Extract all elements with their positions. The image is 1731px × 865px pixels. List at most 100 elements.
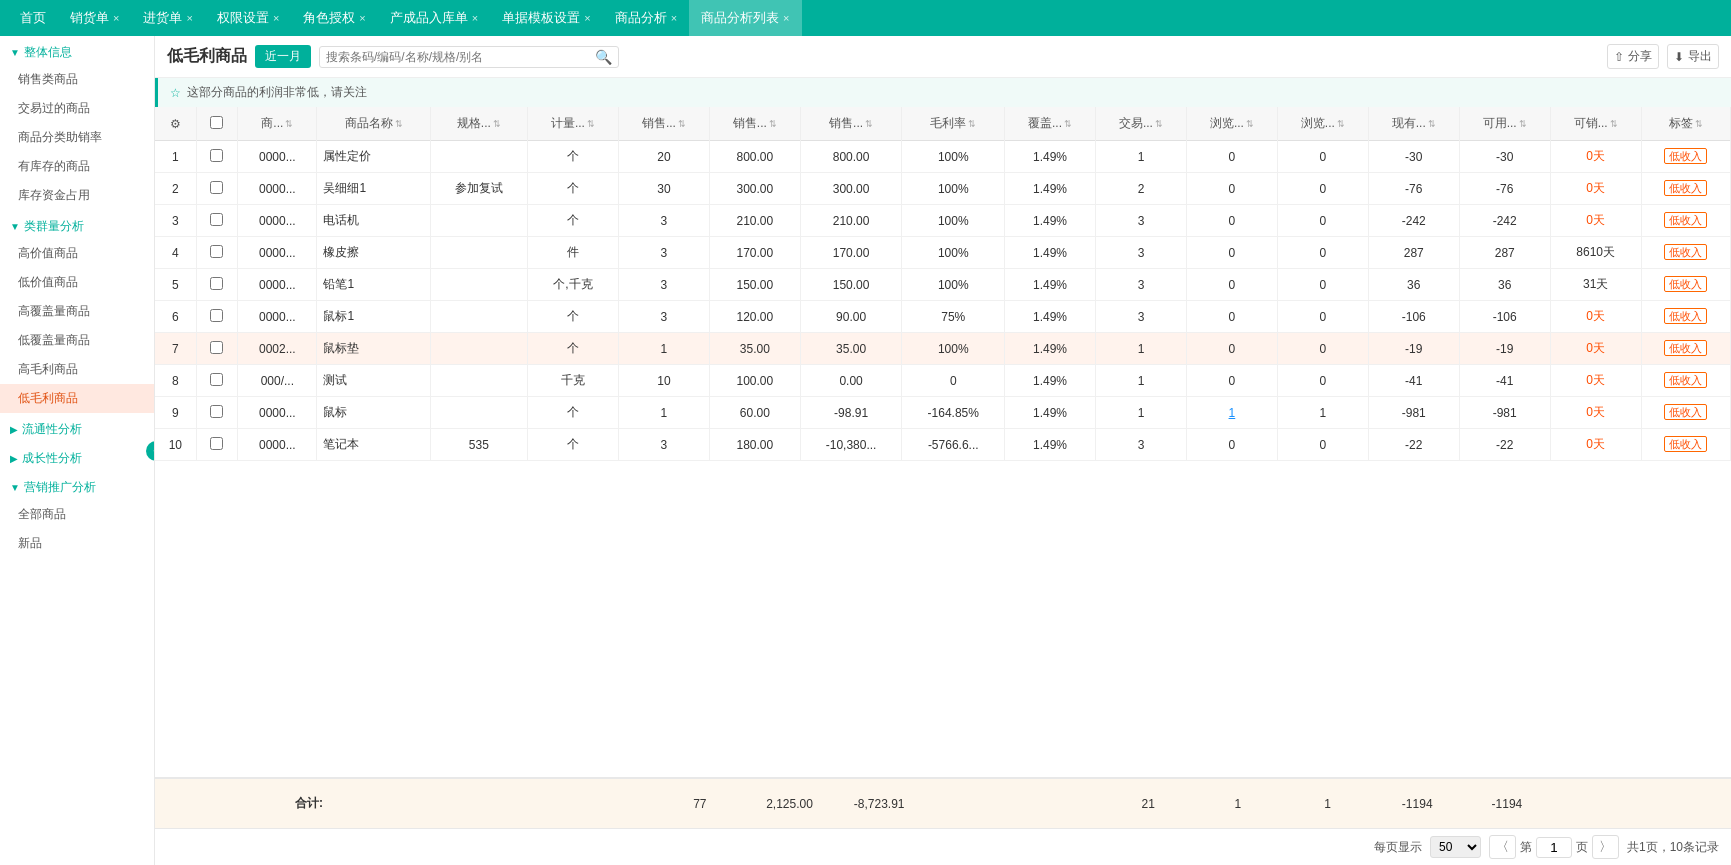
row-checkbox[interactable] <box>210 149 223 162</box>
cell-checkbox[interactable] <box>196 429 237 461</box>
nav-close-goods-analysis[interactable]: × <box>671 12 677 24</box>
cell-coverage: 1.49% <box>1005 205 1096 237</box>
sidebar-item-all-goods[interactable]: 全部商品 <box>0 500 154 529</box>
prev-page-button[interactable]: 〈 <box>1489 835 1516 859</box>
row-checkbox[interactable] <box>210 373 223 386</box>
export-button[interactable]: ⬇ 导出 <box>1667 44 1719 69</box>
col-margin[interactable]: 毛利率⇅ <box>902 107 1005 141</box>
share-button[interactable]: ⇧ 分享 <box>1607 44 1659 69</box>
per-page-select[interactable]: 50 100 200 <box>1430 836 1481 858</box>
col-available[interactable]: 可用...⇅ <box>1459 107 1550 141</box>
nav-products[interactable]: 产成品入库单 × <box>378 0 490 36</box>
sidebar-item-stock-goods[interactable]: 有库存的商品 <box>0 152 154 181</box>
sidebar-item-traded-goods[interactable]: 交易过的商品 <box>0 94 154 123</box>
row-checkbox[interactable] <box>210 309 223 322</box>
cell-checkbox[interactable] <box>196 365 237 397</box>
cell-saleable: 0天 <box>1550 205 1641 237</box>
search-input[interactable] <box>326 50 595 64</box>
cell-code: 000/... <box>238 365 317 397</box>
nav-home[interactable]: 首页 <box>8 0 58 36</box>
cell-checkbox[interactable] <box>196 237 237 269</box>
nav-roles[interactable]: 角色授权 × <box>291 0 377 36</box>
cell-checkbox[interactable] <box>196 205 237 237</box>
cell-checkbox[interactable] <box>196 173 237 205</box>
col-current[interactable]: 现有...⇅ <box>1368 107 1459 141</box>
nav-close-templates[interactable]: × <box>584 12 590 24</box>
row-checkbox[interactable] <box>210 405 223 418</box>
nav-goods-list[interactable]: 商品分析列表 × <box>689 0 801 36</box>
nav-close-products[interactable]: × <box>472 12 478 24</box>
nav-templates[interactable]: 单据模板设置 × <box>490 0 602 36</box>
col-code[interactable]: 商...⇅ <box>238 107 317 141</box>
sidebar-item-high-value[interactable]: 高价值商品 <box>0 239 154 268</box>
footer-browse2: 1 <box>1283 789 1373 819</box>
sidebar-item-high-margin[interactable]: 高毛利商品 <box>0 355 154 384</box>
select-all-checkbox[interactable] <box>210 116 223 129</box>
nav-close-roles[interactable]: × <box>359 12 365 24</box>
col-tag[interactable]: 标签⇅ <box>1641 107 1730 141</box>
col-spec[interactable]: 规格...⇅ <box>430 107 527 141</box>
nav-goods-analysis[interactable]: 商品分析 × <box>603 0 689 36</box>
col-transaction[interactable]: 交易...⇅ <box>1096 107 1187 141</box>
settings-icon[interactable]: ⚙ <box>170 117 181 131</box>
nav-close-sales[interactable]: × <box>113 12 119 24</box>
cell-coverage: 1.49% <box>1005 397 1096 429</box>
sidebar-group-liquidity[interactable]: ▶ 流通性分析 <box>0 413 154 442</box>
col-checkbox[interactable] <box>196 107 237 141</box>
cell-tag: 低收入 <box>1641 141 1730 173</box>
sidebar-group-growth[interactable]: ▶ 成长性分析 <box>0 442 154 471</box>
sidebar-item-high-coverage[interactable]: 高覆盖量商品 <box>0 297 154 326</box>
nav-sales[interactable]: 销货单 × <box>58 0 131 36</box>
cell-checkbox[interactable] <box>196 269 237 301</box>
search-icon[interactable]: 🔍 <box>595 49 612 65</box>
col-coverage[interactable]: 覆盖...⇅ <box>1005 107 1096 141</box>
row-checkbox[interactable] <box>210 277 223 290</box>
next-page-button[interactable]: 〉 <box>1592 835 1619 859</box>
cell-checkbox[interactable] <box>196 333 237 365</box>
footer-saleable <box>1552 789 1642 819</box>
row-checkbox[interactable] <box>210 437 223 450</box>
row-checkbox[interactable] <box>210 181 223 194</box>
col-browse2[interactable]: 浏览...⇅ <box>1277 107 1368 141</box>
col-sales-price[interactable]: 销售...⇅ <box>709 107 800 141</box>
sidebar-group-marketing[interactable]: ▼ 营销推广分析 <box>0 471 154 500</box>
nav-purchase[interactable]: 进货单 × <box>131 0 204 36</box>
col-name[interactable]: 商品名称⇅ <box>317 107 430 141</box>
cell-transaction: 2 <box>1096 173 1187 205</box>
sidebar-group-overview[interactable]: ▼ 整体信息 <box>0 36 154 65</box>
col-browse1[interactable]: 浏览...⇅ <box>1186 107 1277 141</box>
sidebar-item-low-coverage[interactable]: 低覆盖量商品 <box>0 326 154 355</box>
cell-checkbox[interactable] <box>196 397 237 429</box>
nav-close-goods-list[interactable]: × <box>783 12 789 24</box>
table-row: 4 0000... 橡皮擦 件 3 170.00 170.00 100% 1.4… <box>155 237 1731 269</box>
cell-margin: 100% <box>902 333 1005 365</box>
cell-browse1[interactable]: 1 <box>1186 397 1277 429</box>
col-sales-qty[interactable]: 销售...⇅ <box>618 107 709 141</box>
col-saleable[interactable]: 可销...⇅ <box>1550 107 1641 141</box>
nav-close-permissions[interactable]: × <box>273 12 279 24</box>
nav-permissions[interactable]: 权限设置 × <box>205 0 291 36</box>
sidebar-item-category-rate[interactable]: 商品分类助销率 <box>0 123 154 152</box>
row-checkbox[interactable] <box>210 341 223 354</box>
cell-checkbox[interactable] <box>196 301 237 333</box>
cell-unit: 个 <box>527 141 618 173</box>
col-sales-profit[interactable]: 销售...⇅ <box>800 107 902 141</box>
sidebar-item-sales-goods[interactable]: 销售类商品 <box>0 65 154 94</box>
cell-name: 测试 <box>317 365 430 397</box>
sidebar-item-new-goods[interactable]: 新品 <box>0 529 154 558</box>
col-settings[interactable]: ⚙ <box>155 107 196 141</box>
filter-recent-month-button[interactable]: 近一月 <box>255 45 311 68</box>
alert-text: 这部分商品的利润非常低，请关注 <box>187 84 367 101</box>
search-box[interactable]: 🔍 <box>319 46 619 68</box>
sidebar-group-cluster[interactable]: ▼ 类群量分析 <box>0 210 154 239</box>
row-checkbox[interactable] <box>210 213 223 226</box>
nav-close-purchase[interactable]: × <box>186 12 192 24</box>
sidebar-item-low-value[interactable]: 低价值商品 <box>0 268 154 297</box>
sidebar-item-stock-capital[interactable]: 库存资金占用 <box>0 181 154 210</box>
page-number-input[interactable] <box>1536 837 1572 858</box>
cell-checkbox[interactable] <box>196 141 237 173</box>
table-container: ⚙ 商...⇅ 商品名称⇅ 规格...⇅ 计量...⇅ 销售...⇅ 销售...… <box>155 107 1731 777</box>
col-unit[interactable]: 计量...⇅ <box>527 107 618 141</box>
row-checkbox[interactable] <box>210 245 223 258</box>
sidebar-item-low-margin[interactable]: 低毛利商品 <box>0 384 154 413</box>
